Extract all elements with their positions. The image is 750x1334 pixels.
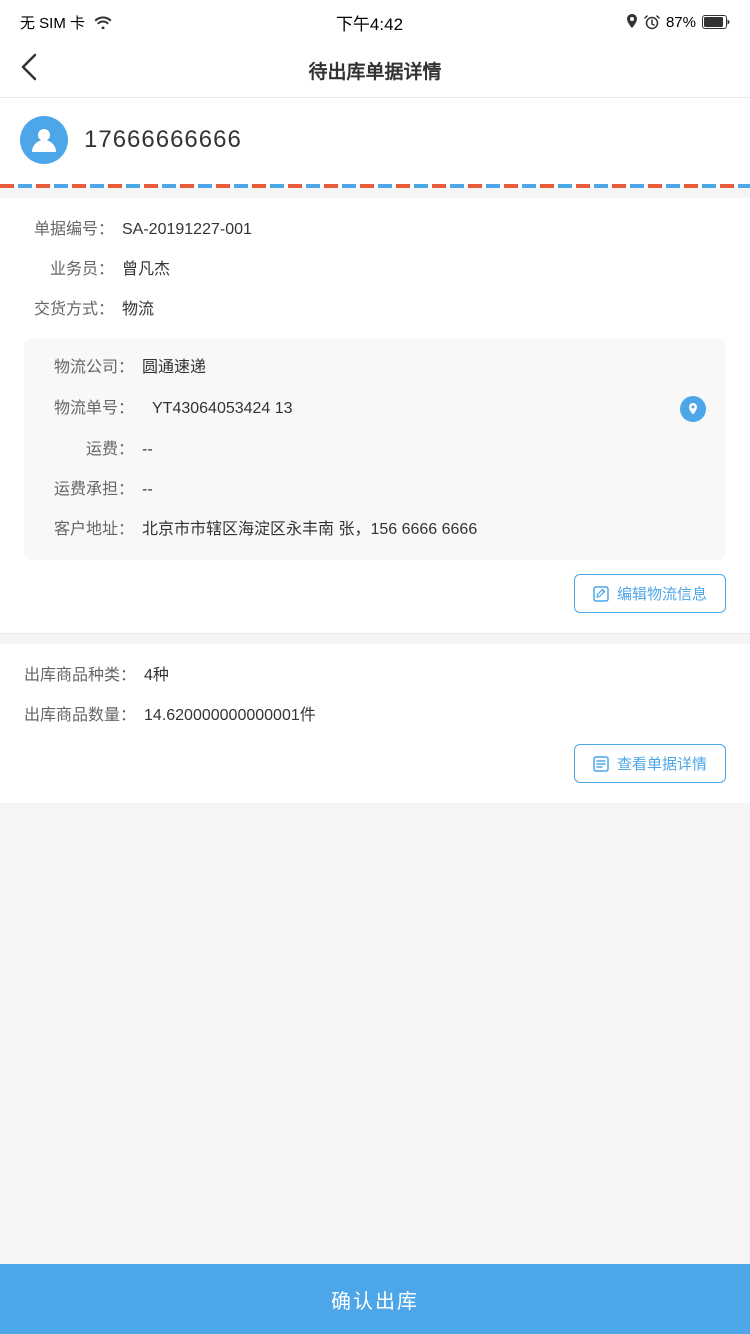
customer-phone: 17666666666	[84, 126, 242, 154]
section-divider	[0, 633, 750, 634]
address-row: 客户地址： 北京市市辖区海淀区永丰南 张，156 6666 6666	[44, 518, 706, 542]
edit-logistics-button[interactable]: 编辑物流信息	[574, 574, 726, 613]
edit-logistics-label: 编辑物流信息	[617, 583, 707, 604]
nav-bar: 待出库单据详情	[0, 44, 750, 98]
item-type-row: 出库商品种类： 4种	[24, 664, 726, 688]
status-time: 下午4:42	[336, 10, 403, 35]
order-no-row: 单据编号： SA-20191227-001	[24, 218, 726, 242]
battery-icon	[702, 15, 730, 29]
logistics-company-label: 物流公司：	[44, 356, 134, 380]
address-label: 客户地址：	[44, 518, 134, 542]
view-btn-row: 查看单据详情	[24, 744, 726, 783]
back-button[interactable]	[20, 52, 38, 89]
view-details-label: 查看单据详情	[617, 753, 707, 774]
edit-btn-row: 编辑物流信息	[24, 574, 726, 613]
inventory-section: 出库商品种类： 4种 出库商品数量： 14.620000000000001件 查…	[0, 644, 750, 803]
freight-bearer-label: 运费承担：	[44, 478, 134, 502]
delivery-method-label: 交货方式：	[24, 298, 114, 322]
item-type-value: 4种	[144, 664, 726, 688]
sales-person-value: 曾凡杰	[122, 258, 726, 282]
freight-row: 运费： --	[44, 438, 706, 462]
status-right: 87%	[626, 14, 730, 31]
tracking-no-value: YT43064053424 13	[152, 397, 670, 421]
tracking-no-label: 物流单号：	[44, 397, 134, 421]
list-icon	[593, 756, 609, 772]
delivery-method-row: 交货方式： 物流	[24, 298, 726, 322]
view-details-button[interactable]: 查看单据详情	[574, 744, 726, 783]
confirm-button[interactable]: 确认出库	[0, 1264, 750, 1334]
battery-text: 87%	[666, 14, 696, 31]
sales-person-label: 业务员：	[24, 258, 114, 282]
logistics-company-row: 物流公司： 圆通速递	[44, 356, 706, 380]
customer-header: 17666666666	[0, 98, 750, 182]
status-carrier: 无 SIM 卡	[20, 12, 113, 33]
item-qty-label: 出库商品数量：	[24, 704, 136, 728]
delivery-method-value: 物流	[122, 298, 726, 322]
basic-info-section: 单据编号： SA-20191227-001 业务员： 曾凡杰 交货方式： 物流 …	[0, 198, 750, 633]
sales-person-row: 业务员： 曾凡杰	[24, 258, 726, 282]
tracking-location-icon[interactable]	[680, 396, 706, 422]
tracking-no-row: 物流单号： YT43064053424 13	[44, 396, 706, 422]
avatar	[20, 116, 68, 164]
order-no-label: 单据编号：	[24, 218, 114, 242]
logistics-box: 物流公司： 圆通速递 物流单号： YT43064053424 13 运费： --…	[24, 338, 726, 560]
freight-bearer-row: 运费承担： --	[44, 478, 706, 502]
alarm-icon	[644, 14, 660, 30]
dashed-divider	[0, 182, 750, 188]
wifi-icon	[93, 15, 113, 29]
freight-bearer-value: --	[142, 478, 706, 502]
status-bar: 无 SIM 卡 下午4:42 87%	[0, 0, 750, 44]
edit-icon	[593, 586, 609, 602]
carrier-text: 无 SIM 卡	[20, 12, 85, 33]
logistics-company-value: 圆通速递	[142, 356, 706, 380]
freight-value: --	[142, 438, 706, 462]
order-no-value: SA-20191227-001	[122, 218, 726, 242]
freight-label: 运费：	[44, 438, 134, 462]
item-qty-row: 出库商品数量： 14.620000000000001件	[24, 704, 726, 728]
bottom-spacer	[0, 803, 750, 863]
item-type-label: 出库商品种类：	[24, 664, 136, 688]
item-qty-value: 14.620000000000001件	[144, 704, 726, 728]
location-active-icon	[626, 14, 638, 30]
address-value: 北京市市辖区海淀区永丰南 张，156 6666 6666	[142, 518, 706, 542]
page-title: 待出库单据详情	[308, 57, 441, 84]
confirm-button-label: 确认出库	[331, 1285, 419, 1314]
